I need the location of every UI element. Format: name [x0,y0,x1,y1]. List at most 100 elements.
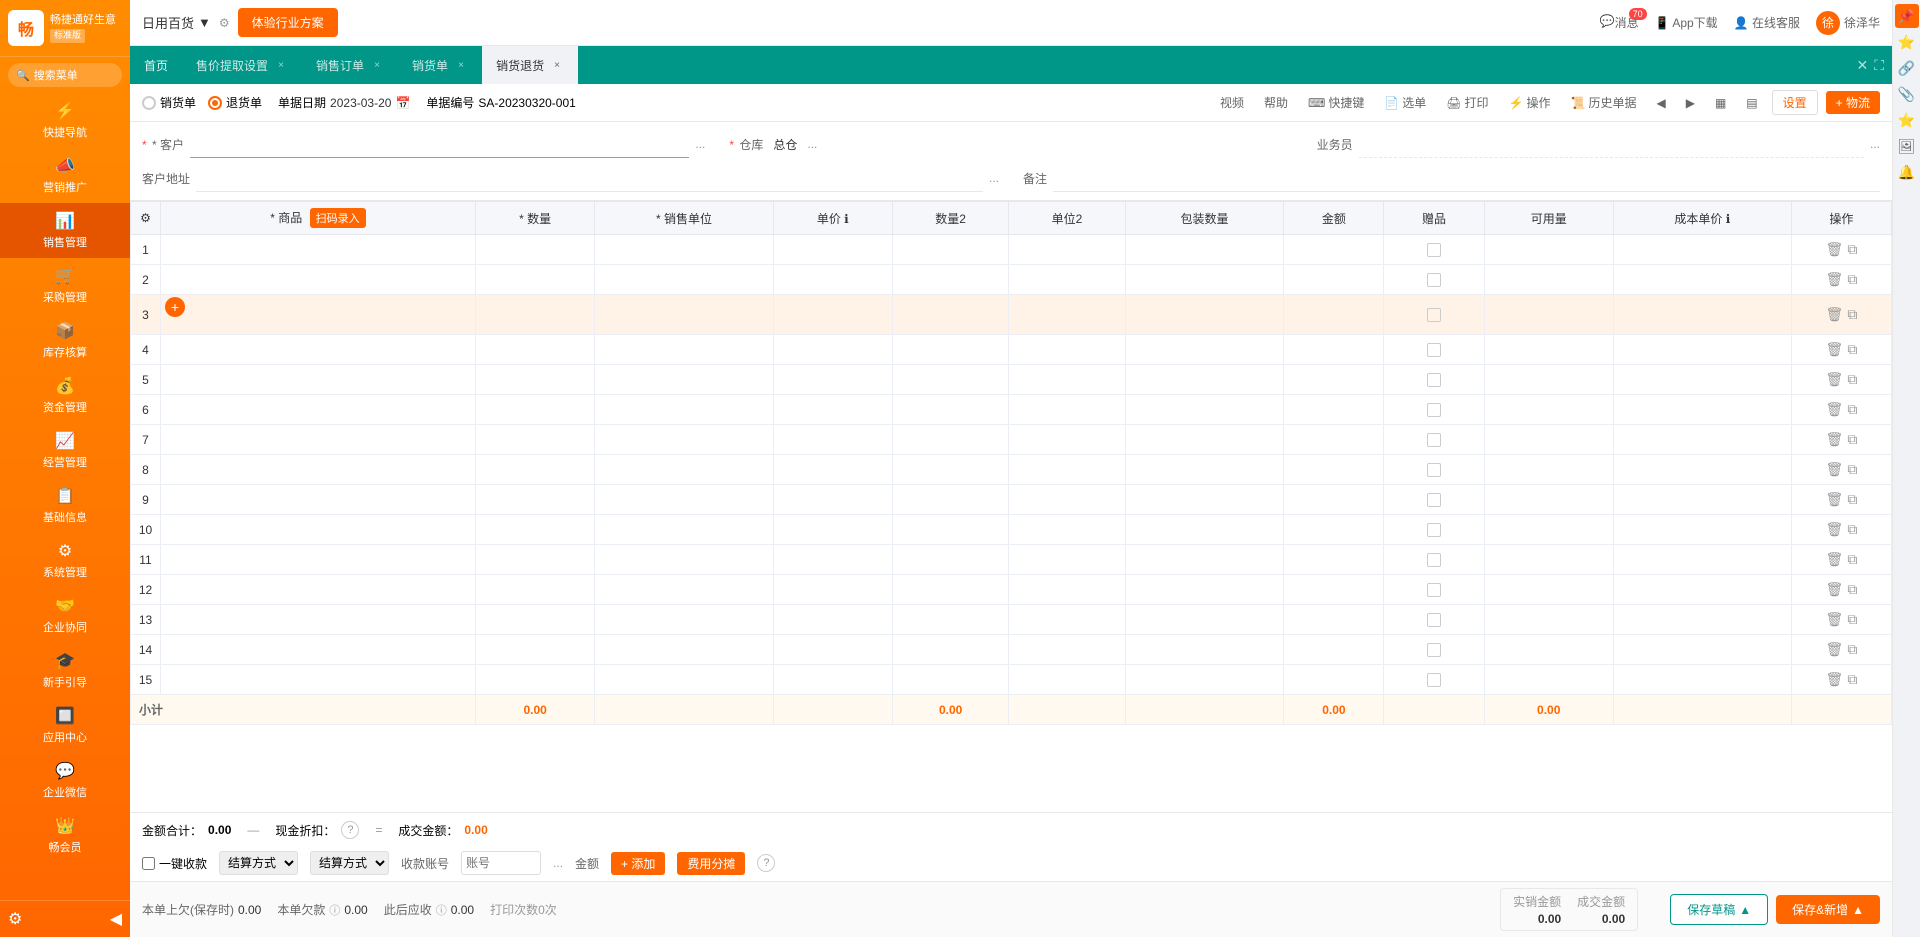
product-input[interactable] [258,317,378,332]
pkg-qty-cell[interactable] [1125,455,1284,485]
qty2-cell[interactable] [892,335,1008,365]
radio-return[interactable]: 退货单 [208,94,262,111]
shortcut-btn[interactable]: ⌨ 快捷键 [1302,92,1370,113]
amount-cell[interactable] [1284,395,1384,425]
unit-cell[interactable] [595,425,773,455]
unit-cell[interactable] [595,455,773,485]
price-cell[interactable] [773,365,892,395]
quantity-cell[interactable] [475,665,595,695]
unit-cell[interactable] [595,635,773,665]
rt-btn-7[interactable]: 🔔 [1895,160,1919,184]
operation-btn[interactable]: ⚡ 操作 [1503,92,1557,113]
unit-cell[interactable] [595,605,773,635]
settings-icon[interactable]: ⚙ [8,909,22,929]
product-cell[interactable] [161,235,476,265]
gift-cell[interactable] [1384,545,1484,575]
sidebar-item-sales[interactable]: 📊 销售管理 [0,203,130,258]
quantity-cell[interactable] [475,575,595,605]
address-more-icon[interactable]: ... [989,171,999,185]
gift-cell[interactable] [1384,395,1484,425]
amount-cell[interactable] [1284,545,1384,575]
delete-row-btn[interactable]: 🗑 [1826,551,1844,568]
available-cell[interactable] [1484,635,1613,665]
expense-help-btn[interactable]: ? [757,854,775,872]
video-btn[interactable]: 视频 [1214,92,1250,113]
gift-cell[interactable] [1384,665,1484,695]
pkg-qty-cell[interactable] [1125,335,1284,365]
unit-cell[interactable] [595,235,773,265]
price-cell[interactable] [773,235,892,265]
qty2-cell[interactable] [892,365,1008,395]
amount-cell[interactable] [1284,235,1384,265]
quantity-cell[interactable] [475,395,595,425]
rt-btn-6[interactable]: 🖼 [1895,134,1919,158]
copy-row-btn[interactable]: ⧉ [1847,371,1857,388]
sidebar-item-finance[interactable]: 💰 资金管理 [0,368,130,423]
qty2-cell[interactable] [892,605,1008,635]
unit-cell[interactable] [595,515,773,545]
qty2-cell[interactable] [892,425,1008,455]
sidebar-item-purchase[interactable]: 🛒 采购管理 [0,258,130,313]
amount-cell[interactable] [1284,365,1384,395]
available-cell[interactable] [1484,295,1613,335]
copy-row-btn[interactable]: ⧉ [1847,491,1857,508]
product-cell[interactable] [161,455,476,485]
amount-cell[interactable] [1284,265,1384,295]
sidebar-item-enterprise[interactable]: 🤝 企业协同 [0,588,130,643]
prev-btn[interactable]: ◀ [1650,94,1671,112]
cost-price-cell[interactable] [1613,485,1791,515]
amount-cell[interactable] [1284,335,1384,365]
price-cell[interactable] [773,425,892,455]
window-close-icon[interactable]: ✕ [1856,57,1868,74]
quantity-cell[interactable] [475,605,595,635]
unit2-cell[interactable] [1009,395,1125,425]
tab-sales-return-close[interactable]: × [550,58,564,72]
gift-cell[interactable] [1384,335,1484,365]
account-input[interactable] [461,851,541,875]
sidebar-item-wechat[interactable]: 💬 企业微信 [0,753,130,808]
unit2-cell[interactable] [1009,235,1125,265]
unit2-cell[interactable] [1009,265,1125,295]
copy-row-btn[interactable]: ⧉ [1847,551,1857,568]
product-cell[interactable] [161,425,476,455]
copy-row-btn[interactable]: ⧉ [1847,241,1857,258]
sidebar-item-guide[interactable]: 🎓 新手引导 [0,643,130,698]
available-cell[interactable] [1484,605,1613,635]
delete-row-btn[interactable]: 🗑 [1826,641,1844,658]
unit2-cell[interactable] [1009,485,1125,515]
gift-checkbox[interactable] [1427,613,1441,627]
pkg-qty-cell[interactable] [1125,605,1284,635]
gift-checkbox[interactable] [1427,403,1441,417]
history-btn[interactable]: 📜 历史单据 [1565,92,1643,113]
cost-price-cell[interactable] [1613,395,1791,425]
quantity-cell[interactable] [475,545,595,575]
quantity-cell[interactable] [475,235,595,265]
available-cell[interactable] [1484,335,1613,365]
unit-cell[interactable] [595,665,773,695]
gift-checkbox[interactable] [1427,523,1441,537]
unit2-cell[interactable] [1009,605,1125,635]
help-circle[interactable]: ? [341,821,359,839]
available-cell[interactable] [1484,235,1613,265]
cost-price-cell[interactable] [1613,425,1791,455]
collapse-icon[interactable]: ◀ [110,909,122,929]
copy-row-btn[interactable]: ⧉ [1847,581,1857,598]
product-cell[interactable] [161,635,476,665]
product-cell[interactable] [161,395,476,425]
staff-input[interactable] [1359,130,1864,158]
gift-checkbox[interactable] [1427,553,1441,567]
delete-row-btn[interactable]: 🗑 [1826,491,1844,508]
qty2-cell[interactable] [892,545,1008,575]
available-cell[interactable] [1484,455,1613,485]
available-cell[interactable] [1484,395,1613,425]
quantity-cell[interactable] [475,635,595,665]
unit-cell[interactable] [595,335,773,365]
sidebar-item-operations[interactable]: 📈 经营管理 [0,423,130,478]
quantity-cell[interactable] [475,365,595,395]
sidebar-item-app-center[interactable]: 🔲 应用中心 [0,698,130,753]
date-value[interactable]: 2023-03-20 [330,96,391,110]
amount-cell[interactable] [1284,515,1384,545]
delete-row-btn[interactable]: 🗑 [1826,521,1844,538]
quantity-cell[interactable] [475,295,595,335]
amount-more-icon[interactable]: ... [553,856,563,870]
